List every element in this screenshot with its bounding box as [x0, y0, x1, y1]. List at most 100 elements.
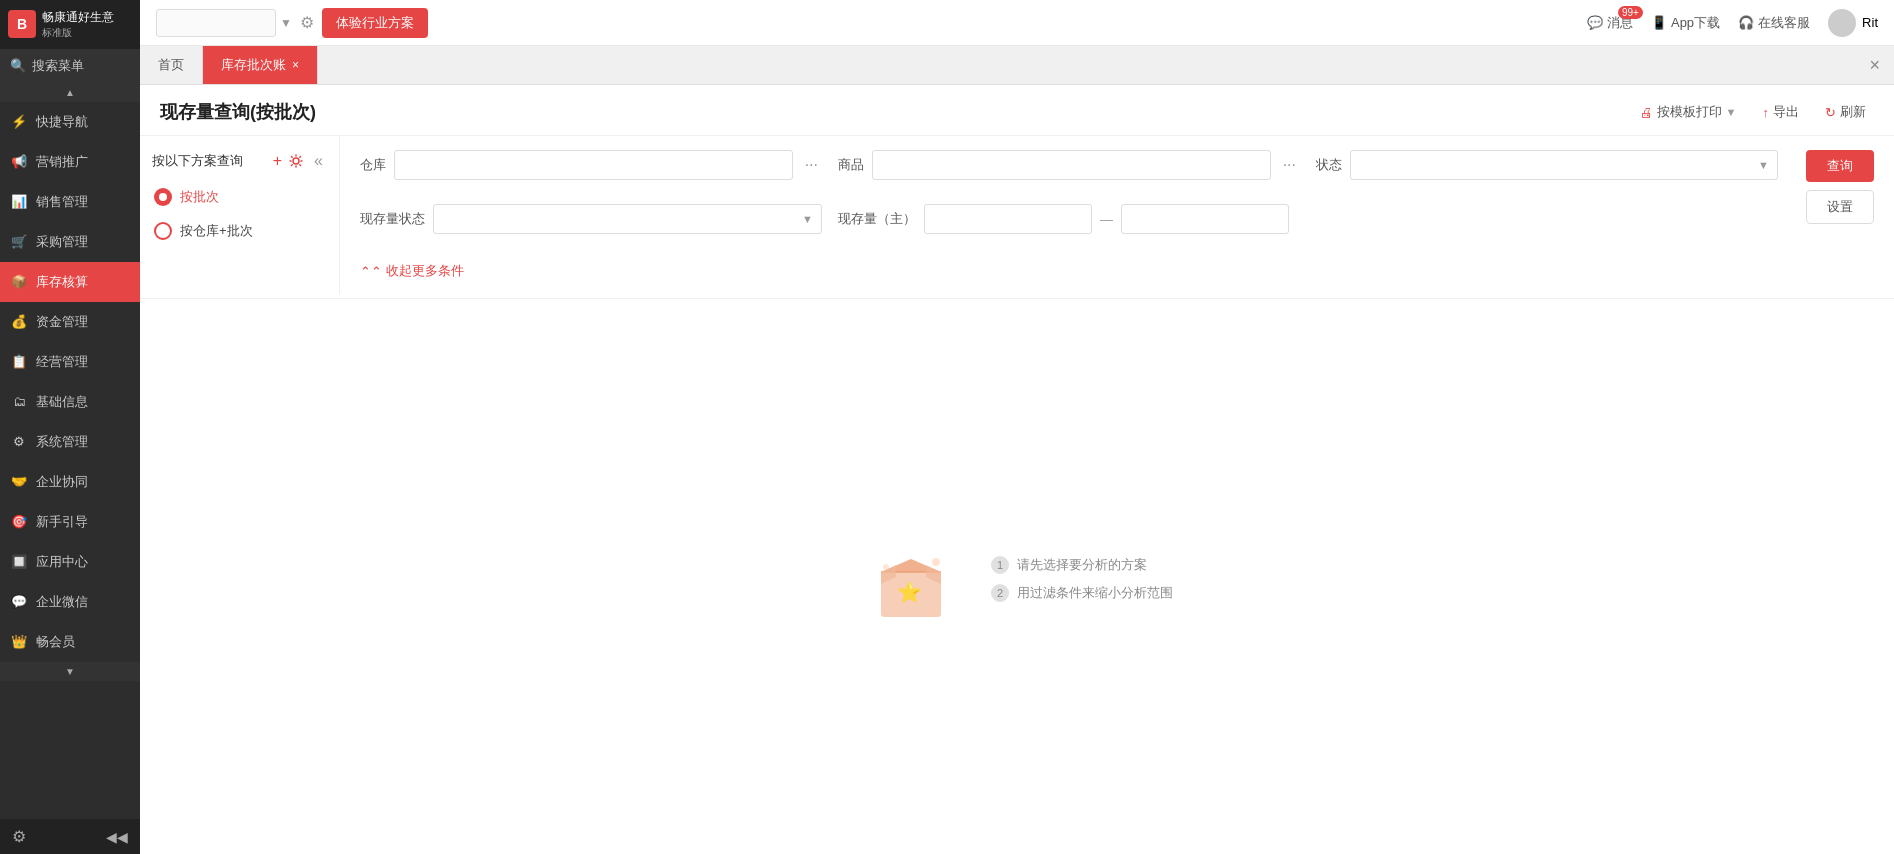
- sidebar-header: B 畅康通好生意 标准版: [0, 0, 140, 49]
- main-area: ▼ ⚙ 体验行业方案 💬 消息 99+ 📱 App下载 🎧 在线客服 Rit: [140, 0, 1894, 854]
- sidebar-item-basic[interactable]: 🗂 基础信息: [0, 382, 140, 422]
- topbar-input-area: ▼ ⚙ 体验行业方案: [156, 8, 1579, 38]
- filter-area: 按以下方案查询 + «: [140, 136, 1894, 294]
- empty-tips: 1 请先选择要分析的方案 2 用过滤条件来缩小分析范围: [991, 556, 1173, 602]
- stock-qty-max-input[interactable]: [1121, 204, 1289, 234]
- filter-results-divider: [140, 298, 1894, 299]
- printer-icon: 🖨: [1640, 105, 1653, 120]
- print-chevron-icon: ▼: [1726, 106, 1737, 118]
- refresh-btn[interactable]: ↻ 刷新: [1817, 99, 1874, 125]
- topbar-search-input[interactable]: [156, 9, 276, 37]
- quick-nav-icon: ⚡: [10, 113, 28, 131]
- product-input-container[interactable]: [872, 150, 1271, 180]
- newbie-icon: 🎯: [10, 513, 28, 531]
- sidebar-item-finance[interactable]: 💰 资金管理: [0, 302, 140, 342]
- messages-btn[interactable]: 💬 消息 99+: [1587, 14, 1633, 32]
- export-btn[interactable]: ↑ 导出: [1755, 99, 1808, 125]
- sidebar-item-operation[interactable]: 📋 经营管理: [0, 342, 140, 382]
- sidebar-item-purchase[interactable]: 🛒 采购管理: [0, 222, 140, 262]
- enterprise-icon: 🤝: [10, 473, 28, 491]
- sidebar-nav: ▲ ⚡ 快捷导航 📢 营销推广 📊 销售管理 🛒 采购管理 📦 库存核算 💰 资…: [0, 83, 140, 819]
- sidebar: B 畅康通好生意 标准版 🔍 搜索菜单 ▲ ⚡ 快捷导航 📢 营销推广 📊 销售…: [0, 0, 140, 854]
- sidebar-item-appstore[interactable]: 🔲 应用中心: [0, 542, 140, 582]
- svg-point-9: [883, 564, 889, 570]
- query-btn[interactable]: 查询: [1806, 150, 1874, 182]
- close-all-tabs-btn[interactable]: ×: [1855, 55, 1894, 76]
- scroll-up-btn[interactable]: ▲: [0, 83, 140, 102]
- filter-row-1: 仓库 ··· 商品: [360, 150, 1874, 280]
- appstore-icon: 🔲: [10, 553, 28, 571]
- sidebar-item-newbie[interactable]: 🎯 新手引导: [0, 502, 140, 542]
- filter-option-batch[interactable]: 按批次: [140, 180, 339, 214]
- topbar-right: 💬 消息 99+ 📱 App下载 🎧 在线客服 Rit: [1587, 9, 1878, 37]
- print-btn[interactable]: 🖨 按模板打印 ▼: [1632, 99, 1745, 125]
- sidebar-item-sales[interactable]: 📊 销售管理: [0, 182, 140, 222]
- sidebar-item-quick-nav[interactable]: ⚡ 快捷导航: [0, 102, 140, 142]
- topbar-gear-icon[interactable]: ⚙: [296, 9, 318, 36]
- empty-state-content: ⭐ 1 请先选择要分析的方案 2 用过滤条件来缩小分析范围: [861, 527, 1173, 630]
- batch-option-icon: [154, 188, 172, 206]
- svg-point-1: [159, 193, 167, 201]
- tabs-bar: 首页 库存批次账 × ×: [140, 46, 1894, 85]
- filter-option-warehouse-batch[interactable]: 按仓库+批次: [140, 214, 339, 248]
- product-dots-btn[interactable]: ···: [1279, 156, 1300, 174]
- experience-btn[interactable]: 体验行业方案: [322, 8, 428, 38]
- tip-2-number: 2: [991, 584, 1009, 602]
- stock-status-select[interactable]: ▼: [433, 204, 822, 234]
- message-icon: 💬: [1587, 15, 1603, 30]
- empty-illustration: ⭐: [861, 527, 961, 630]
- user-btn[interactable]: Rit: [1828, 9, 1878, 37]
- page-title: 现存量查询(按批次): [160, 100, 316, 124]
- stock-qty-min-input[interactable]: [924, 204, 1092, 234]
- close-icon: ×: [1869, 55, 1880, 76]
- scroll-down-btn[interactable]: ▼: [0, 662, 140, 681]
- empty-tip-2: 2 用过滤条件来缩小分析范围: [991, 584, 1173, 602]
- collapse-sidebar-icon[interactable]: ◀◀: [106, 829, 128, 845]
- filter-sidebar-header: 按以下方案查询 + «: [140, 148, 339, 180]
- sidebar-item-marketing[interactable]: 📢 营销推广: [0, 142, 140, 182]
- sidebar-item-inventory[interactable]: 📦 库存核算: [0, 262, 140, 302]
- collapse-more-btn[interactable]: ⌃⌃ 收起更多条件: [360, 262, 1778, 280]
- page-header: 现存量查询(按批次) 🖨 按模板打印 ▼ ↑ 导出 ↻ 刷新: [140, 85, 1894, 136]
- status-filter-group: 状态 ▼: [1316, 150, 1778, 180]
- warehouse-filter-group: 仓库 ···: [360, 150, 822, 180]
- basic-icon: 🗂: [10, 393, 28, 411]
- filter-buttons: 查询 设置: [1806, 150, 1874, 224]
- headset-icon: 🎧: [1738, 15, 1754, 30]
- sidebar-item-wechat[interactable]: 💬 企业微信: [0, 582, 140, 622]
- inventory-icon: 📦: [10, 273, 28, 291]
- add-scheme-btn[interactable]: +: [273, 152, 282, 170]
- warehouse-dots-btn[interactable]: ···: [801, 156, 822, 174]
- sidebar-logo: B: [8, 10, 36, 38]
- stock-status-filter-group: 现存量状态 ▼: [360, 204, 822, 234]
- status-select-chevron: ▼: [1758, 159, 1769, 171]
- sidebar-footer: ⚙ ◀◀: [0, 819, 140, 854]
- tab-inventory-batch[interactable]: 库存批次账 ×: [203, 46, 318, 84]
- sidebar-item-member[interactable]: 👑 畅会员: [0, 622, 140, 662]
- stock-status-select-chevron: ▼: [802, 213, 813, 225]
- product-filter-group: 商品 ···: [838, 150, 1300, 180]
- topbar-chevron-icon[interactable]: ▼: [280, 16, 292, 30]
- tip-1-number: 1: [991, 556, 1009, 574]
- collapse-filter-sidebar-btn[interactable]: «: [310, 152, 327, 170]
- settings-icon[interactable]: ⚙: [12, 827, 26, 846]
- sidebar-search[interactable]: 🔍 搜索菜单: [0, 49, 140, 83]
- status-select[interactable]: ▼: [1350, 150, 1778, 180]
- tab-close-icon[interactable]: ×: [292, 58, 299, 72]
- stock-qty-filter-group: 现存量（主） —: [838, 204, 1300, 234]
- warehouse-input[interactable]: [403, 158, 784, 172]
- settings-btn[interactable]: 设置: [1806, 190, 1874, 224]
- online-service-btn[interactable]: 🎧 在线客服: [1738, 14, 1810, 32]
- product-input[interactable]: [881, 158, 1262, 172]
- app-download-btn[interactable]: 📱 App下载: [1651, 14, 1720, 32]
- refresh-icon: ↻: [1825, 105, 1836, 120]
- phone-icon: 📱: [1651, 15, 1667, 30]
- sidebar-item-system[interactable]: ⚙ 系统管理: [0, 422, 140, 462]
- export-icon: ↑: [1763, 105, 1770, 120]
- search-icon: 🔍: [10, 58, 26, 73]
- purchase-icon: 🛒: [10, 233, 28, 251]
- warehouse-input-container[interactable]: [394, 150, 793, 180]
- sidebar-item-enterprise[interactable]: 🤝 企业协同: [0, 462, 140, 502]
- scheme-settings-btn[interactable]: [288, 152, 304, 170]
- tab-home[interactable]: 首页: [140, 46, 203, 84]
